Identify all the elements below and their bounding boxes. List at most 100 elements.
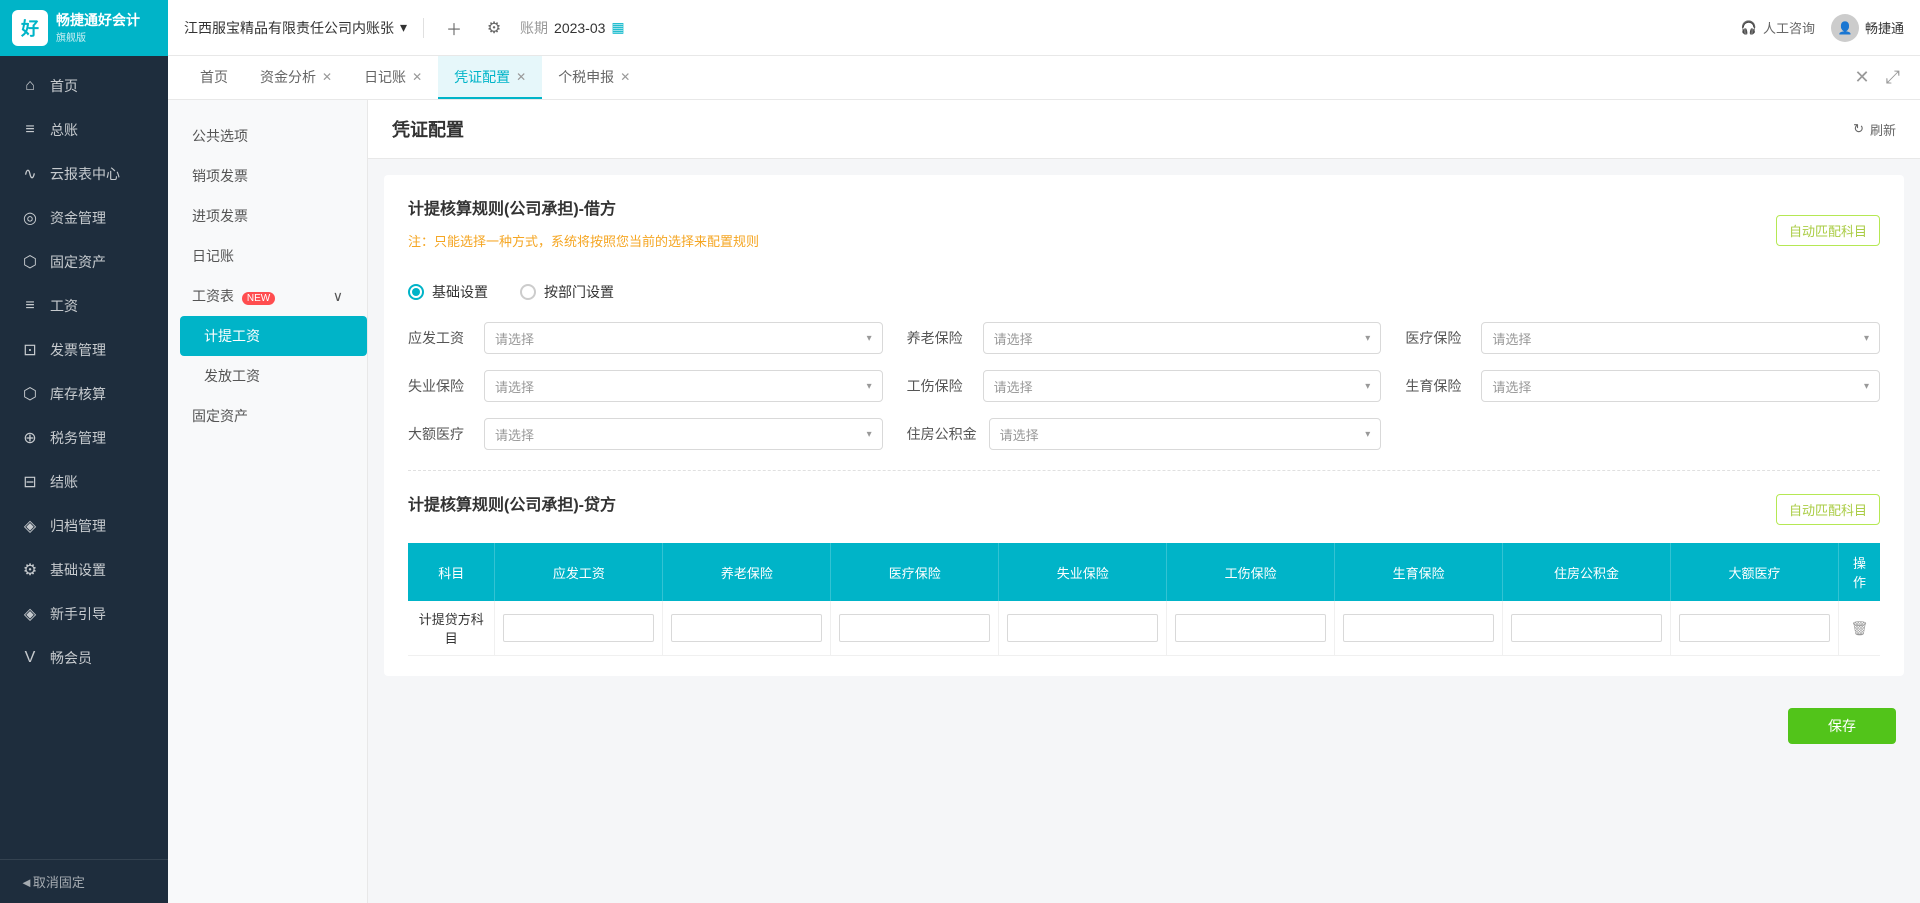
service-button[interactable]: 🎧 人工咨询 bbox=[1741, 18, 1815, 37]
debit-auto-match-button[interactable]: 自动匹配科目 bbox=[1776, 215, 1880, 246]
sidebar-item-member[interactable]: V 畅会员 bbox=[0, 636, 168, 680]
credit-auto-match-button[interactable]: 自动匹配科目 bbox=[1776, 494, 1880, 525]
tab-journal[interactable]: 日记账 ✕ bbox=[348, 56, 438, 99]
row-gjj bbox=[1503, 601, 1671, 656]
sidebar-item-asset[interactable]: ⬡ 固定资产 bbox=[0, 240, 168, 284]
user-name: 畅捷通 bbox=[1865, 18, 1904, 37]
select-yingfa[interactable]: 请选择 ▾ bbox=[484, 322, 883, 354]
sidebar-item-inventory[interactable]: ⬡ 库存核算 bbox=[0, 372, 168, 416]
select-gjj-arrow: ▾ bbox=[1365, 429, 1370, 440]
th-gongshang: 工伤保险 bbox=[1167, 543, 1335, 601]
menu-public[interactable]: 公共选项 bbox=[168, 116, 367, 156]
menu-journal[interactable]: 日记账 bbox=[168, 236, 367, 276]
sidebar-item-archive[interactable]: ◈ 归档管理 bbox=[0, 504, 168, 548]
form-placeholder bbox=[1405, 418, 1880, 450]
home-icon: ⌂ bbox=[20, 77, 40, 95]
input-yingfa[interactable] bbox=[503, 614, 654, 642]
tab-fund[interactable]: 资金分析 ✕ bbox=[244, 56, 348, 99]
checkout-icon: ⊟ bbox=[20, 472, 40, 492]
tab-voucher[interactable]: 凭证配置 ✕ bbox=[438, 56, 542, 99]
sidebar-item-report[interactable]: ∿ 云报表中心 bbox=[0, 152, 168, 196]
menu-salary-table[interactable]: 工资表 NEW ∨ bbox=[168, 276, 367, 316]
select-gjj-placeholder: 请选择 bbox=[1000, 425, 1039, 444]
select-shiye-arrow: ▾ bbox=[867, 381, 872, 392]
tab-tax[interactable]: 个税申报 ✕ bbox=[542, 56, 646, 99]
close-tab-button[interactable]: ✕ bbox=[1851, 67, 1874, 88]
sidebar-label-asset: 固定资产 bbox=[50, 252, 106, 272]
sidebar-item-tax[interactable]: ⊕ 税务管理 bbox=[0, 416, 168, 460]
select-dae-arrow: ▾ bbox=[867, 429, 872, 440]
row-shengyu bbox=[1335, 601, 1503, 656]
radio-basic[interactable]: 基础设置 bbox=[408, 282, 488, 302]
tab-tax-close[interactable]: ✕ bbox=[620, 70, 630, 84]
select-yanglao[interactable]: 请选择 ▾ bbox=[983, 322, 1382, 354]
company-selector[interactable]: 江西服宝精品有限责任公司内账张 ▾ bbox=[184, 18, 407, 38]
cancel-fixed-button[interactable]: ◄取消固定 bbox=[0, 859, 168, 903]
sidebar-label-salary: 工资 bbox=[50, 296, 78, 316]
row-label: 计提贷方科目 bbox=[408, 601, 495, 656]
input-shengyu[interactable] bbox=[1343, 614, 1494, 642]
row-shiye bbox=[999, 601, 1167, 656]
sidebar-item-invoice[interactable]: ⊡ 发票管理 bbox=[0, 328, 168, 372]
archive-icon: ◈ bbox=[20, 516, 40, 536]
input-shiye[interactable] bbox=[1007, 614, 1158, 642]
save-button[interactable]: 保存 bbox=[1788, 708, 1896, 744]
select-shiye[interactable]: 请选择 ▾ bbox=[484, 370, 883, 402]
th-yingfa: 应发工资 bbox=[495, 543, 663, 601]
radio-dept[interactable]: 按部门设置 bbox=[520, 282, 614, 302]
tab-home[interactable]: 首页 bbox=[184, 56, 244, 99]
th-shiye: 失业保险 bbox=[999, 543, 1167, 601]
input-yanglao[interactable] bbox=[671, 614, 822, 642]
menu-fixed-asset[interactable]: 固定资产 bbox=[168, 396, 367, 436]
logo-icon: 好 bbox=[12, 10, 48, 46]
sidebar-item-checkout[interactable]: ⊟ 结账 bbox=[0, 460, 168, 504]
select-gjj[interactable]: 请选择 ▾ bbox=[989, 418, 1382, 450]
add-company-button[interactable]: ＋ bbox=[440, 14, 468, 42]
select-dae[interactable]: 请选择 ▾ bbox=[484, 418, 883, 450]
settings-button[interactable]: ⚙ bbox=[480, 14, 508, 42]
select-gongshang[interactable]: 请选择 ▾ bbox=[983, 370, 1382, 402]
menu-calc-salary[interactable]: 计提工资 bbox=[180, 316, 367, 356]
menu-purchase[interactable]: 进项发票 bbox=[168, 196, 367, 236]
label-gongshang: 工伤保险 bbox=[907, 376, 971, 396]
input-gjj[interactable] bbox=[1511, 614, 1662, 642]
refresh-button[interactable]: ↻ 刷新 bbox=[1853, 120, 1896, 139]
expand-tab-button[interactable]: ⤢ bbox=[1882, 67, 1904, 88]
label-gjj: 住房公积金 bbox=[907, 424, 977, 444]
input-yiliao[interactable] bbox=[839, 614, 990, 642]
select-shengyu[interactable]: 请选择 ▾ bbox=[1481, 370, 1880, 402]
radio-dept-label: 按部门设置 bbox=[544, 282, 614, 302]
field-yanglao: 养老保险 请选择 ▾ bbox=[907, 322, 1382, 354]
input-gongshang[interactable] bbox=[1175, 614, 1326, 642]
table-row: 计提贷方科目 🗑 bbox=[408, 601, 1880, 656]
chevron-down-icon: ∨ bbox=[333, 288, 343, 305]
debit-section-title: 计提核算规则(公司承担)-借方 bbox=[408, 195, 759, 219]
user-menu[interactable]: 👤 畅捷通 bbox=[1831, 14, 1904, 42]
sidebar-item-home[interactable]: ⌂ 首页 bbox=[0, 64, 168, 108]
tab-journal-close[interactable]: ✕ bbox=[412, 70, 422, 84]
period-value: 2023-03 bbox=[554, 20, 605, 36]
menu-purchase-label: 进项发票 bbox=[192, 208, 248, 224]
sidebar-label-invoice: 发票管理 bbox=[50, 340, 106, 360]
tab-home-label: 首页 bbox=[200, 67, 228, 87]
menu-pay-salary[interactable]: 发放工资 bbox=[180, 356, 367, 396]
tab-fund-close[interactable]: ✕ bbox=[322, 70, 332, 84]
radio-basic-label: 基础设置 bbox=[432, 282, 488, 302]
delete-row-button[interactable]: 🗑 bbox=[1851, 620, 1869, 636]
select-yiliao[interactable]: 请选择 ▾ bbox=[1481, 322, 1880, 354]
ledger-icon: ≡ bbox=[20, 121, 40, 139]
sidebar-item-settings[interactable]: ⚙ 基础设置 bbox=[0, 548, 168, 592]
label-dae: 大额医疗 bbox=[408, 424, 472, 444]
input-dae[interactable] bbox=[1679, 614, 1830, 642]
menu-sales[interactable]: 销项发票 bbox=[168, 156, 367, 196]
sidebar-label-ledger: 总账 bbox=[50, 120, 78, 140]
th-subject: 科目 bbox=[408, 543, 495, 601]
sidebar-label-report: 云报表中心 bbox=[50, 164, 120, 184]
sidebar-item-guide[interactable]: ◈ 新手引导 bbox=[0, 592, 168, 636]
th-shengyu: 生育保险 bbox=[1335, 543, 1503, 601]
salary-icon: ≡ bbox=[20, 297, 40, 315]
sidebar-item-fund[interactable]: ◎ 资金管理 bbox=[0, 196, 168, 240]
sidebar-item-salary[interactable]: ≡ 工资 bbox=[0, 284, 168, 328]
sidebar-item-ledger[interactable]: ≡ 总账 bbox=[0, 108, 168, 152]
tab-voucher-close[interactable]: ✕ bbox=[516, 70, 526, 84]
